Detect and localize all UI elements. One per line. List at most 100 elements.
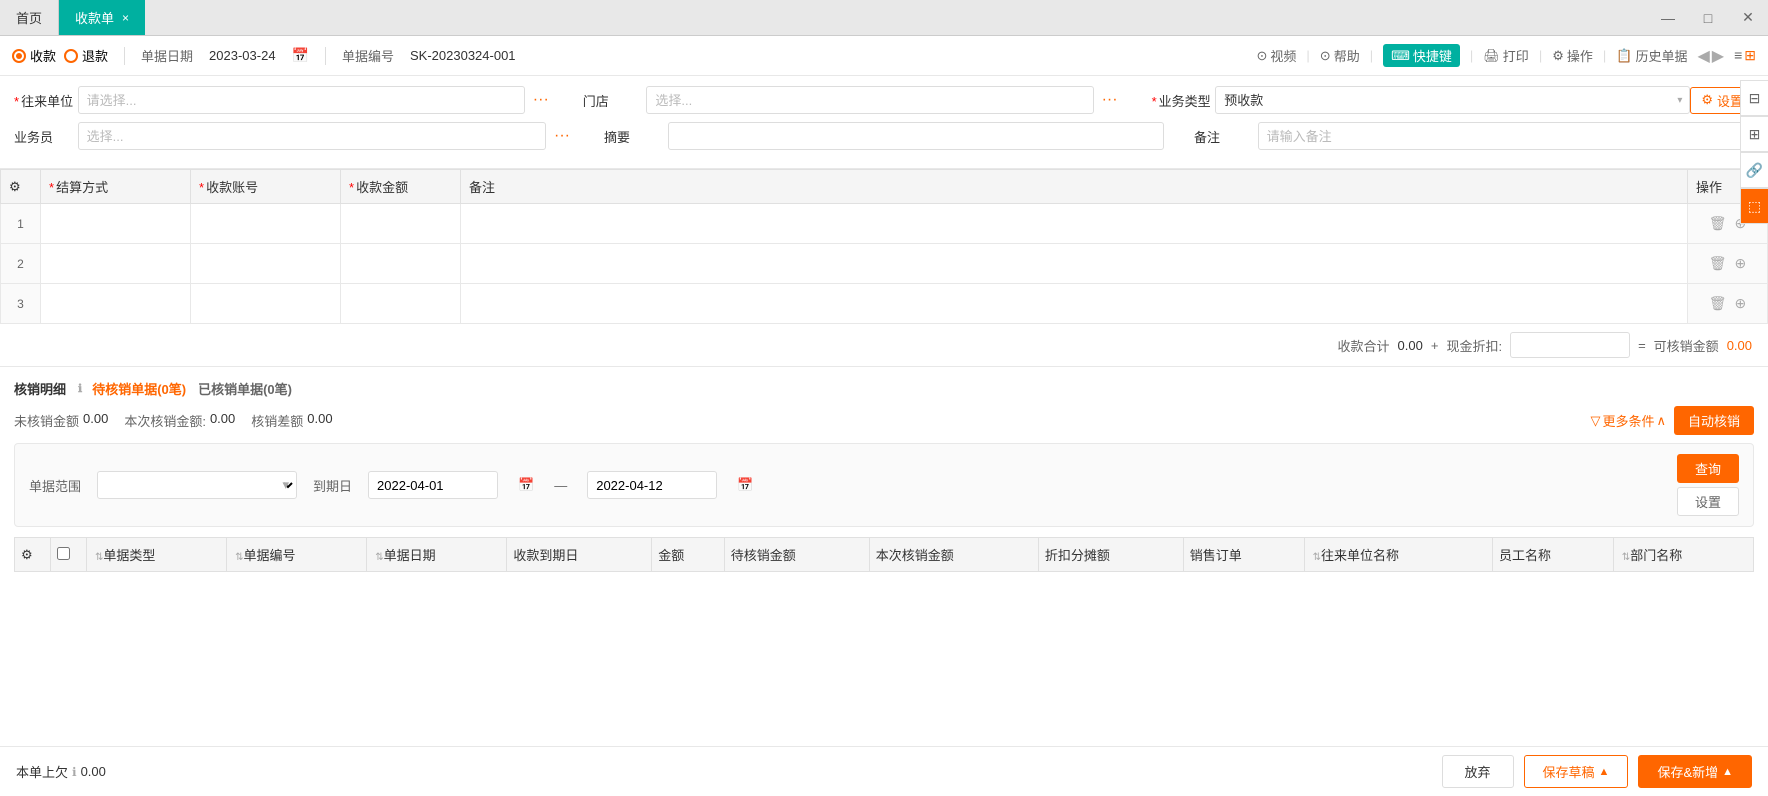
next-page-btn[interactable]: ▶ <box>1712 46 1724 66</box>
account-input-3[interactable] <box>191 284 340 323</box>
agent-input[interactable] <box>78 122 546 150</box>
table-settings-icon[interactable]: ⚙ <box>1 170 41 204</box>
filter-range-select[interactable] <box>97 471 297 499</box>
cell-account-2[interactable] <box>191 244 341 284</box>
verify-tabs: 待核销单据(0笔) 已核销单据(0笔) <box>92 379 292 398</box>
calendar-to-icon[interactable]: 📅 <box>737 477 753 493</box>
close-button[interactable]: ✕ <box>1728 0 1768 36</box>
cell-settlement-2[interactable] <box>41 244 191 284</box>
remark-input-3[interactable] <box>461 284 1687 323</box>
grid-layout-btn[interactable]: ⊞ <box>1744 47 1756 64</box>
summary-row: 收款合计 0.00 + 现金折扣: = 可核销金额 0.00 <box>0 324 1768 366</box>
query-button[interactable]: 查询 <box>1677 454 1739 483</box>
settlement-input-3[interactable] <box>41 284 190 323</box>
cell-settlement-1[interactable] <box>41 204 191 244</box>
store-input[interactable] <box>646 86 1093 114</box>
pending-tab[interactable]: 待核销单据(0笔) <box>92 379 186 398</box>
cell-amount-1[interactable] <box>341 204 461 244</box>
col-discount: 折扣分摊额 <box>1038 538 1183 572</box>
amount-input-3[interactable] <box>341 284 460 323</box>
print-btn[interactable]: 🖨 打印 <box>1483 46 1529 65</box>
footer-info-icon[interactable]: ℹ <box>72 765 77 779</box>
counterpart-input[interactable] <box>78 86 525 114</box>
footer-value: 0.00 <box>81 764 106 779</box>
summary-input[interactable] <box>668 122 1164 150</box>
account-input-1[interactable] <box>191 204 340 243</box>
col-doc-type: ⇅单据类型 <box>87 538 227 572</box>
radio-refund[interactable]: 退款 <box>64 46 108 65</box>
store-more-btn[interactable]: ··· <box>1098 91 1122 109</box>
delete-row-2-icon[interactable]: 🗑 <box>1709 255 1727 272</box>
remark-input-1[interactable] <box>461 204 1687 243</box>
tab-receipt[interactable]: 收款单 × <box>59 0 145 35</box>
unverified-item: 未核销金额 0.00 <box>14 411 108 430</box>
rp-table-icon[interactable]: ⊟ <box>1740 80 1768 116</box>
cell-account-1[interactable] <box>191 204 341 244</box>
cell-remark-2[interactable] <box>461 244 1688 284</box>
cell-settlement-3[interactable] <box>41 284 191 324</box>
note-field: 备注 <box>1194 122 1754 150</box>
copy-row-3-icon[interactable]: ⊕ <box>1735 295 1747 312</box>
save-draft-button[interactable]: 保存草稿 ▲ <box>1524 755 1629 788</box>
maximize-button[interactable]: □ <box>1688 0 1728 36</box>
account-input-2[interactable] <box>191 244 340 283</box>
auto-verify-button[interactable]: 自动核销 <box>1674 406 1754 435</box>
shortcut-btn[interactable]: ⌨ 快捷键 <box>1383 44 1460 67</box>
filter-due-label: 到期日 <box>313 476 352 495</box>
verify-info-icon[interactable]: ℹ <box>78 382 82 395</box>
settlement-input-1[interactable] <box>41 204 190 243</box>
filter-date-from[interactable] <box>368 471 498 499</box>
discard-button[interactable]: 放弃 <box>1442 755 1514 788</box>
filter-settings-button[interactable]: 设置 <box>1677 487 1739 516</box>
right-panel: ⊟ ⊞ 🔗 ⬚ <box>1740 80 1768 224</box>
cell-remark-3[interactable] <box>461 284 1688 324</box>
cell-account-3[interactable] <box>191 284 341 324</box>
done-tab[interactable]: 已核销单据(0笔) <box>198 379 292 398</box>
calendar-from-icon[interactable]: 📅 <box>518 477 534 493</box>
rp-expand-icon[interactable]: ⬚ <box>1740 188 1768 224</box>
col-employee-name: 员工名称 <box>1493 538 1614 572</box>
history-btn[interactable]: 📋 历史单据 <box>1616 46 1687 65</box>
col-dept-name: ⇅部门名称 <box>1613 538 1753 572</box>
cell-remark-1[interactable] <box>461 204 1688 244</box>
form-row-2: 业务员 ··· 摘要 备注 <box>14 122 1754 150</box>
operation-btn[interactable]: ⚙ 操作 <box>1552 46 1593 65</box>
rp-link-icon[interactable]: 🔗 <box>1740 152 1768 188</box>
col-account: *收款账号 <box>191 170 341 204</box>
remark-input-2[interactable] <box>461 244 1687 283</box>
filter-date-to[interactable] <box>587 471 717 499</box>
save-new-button[interactable]: 保存&新增 ▲ <box>1638 755 1752 788</box>
copy-row-2-icon[interactable]: ⊕ <box>1735 255 1747 272</box>
radio-receive[interactable]: 收款 <box>12 46 56 65</box>
cell-amount-2[interactable] <box>341 244 461 284</box>
help-btn[interactable]: ⊙ 帮助 <box>1320 46 1360 65</box>
toolbar-row: 收款 退款 单据日期 2023-03-24 📅 单据编号 SK-20230324… <box>0 36 1768 76</box>
amount-input-2[interactable] <box>341 244 460 283</box>
tab-home[interactable]: 首页 <box>0 0 59 35</box>
list-layout-btn[interactable]: ≡ <box>1734 47 1742 64</box>
agent-more-btn[interactable]: ··· <box>550 127 574 145</box>
video-btn[interactable]: ⊙ 视频 <box>1256 46 1296 65</box>
delete-row-1-icon[interactable]: 🗑 <box>1709 215 1727 232</box>
col-remark: 备注 <box>461 170 1688 204</box>
unverified-label: 未核销金额 <box>14 411 79 430</box>
bottom-table-settings-icon[interactable]: ⚙ <box>15 538 51 572</box>
cell-amount-3[interactable] <box>341 284 461 324</box>
prev-page-btn[interactable]: ◀ <box>1697 46 1709 66</box>
delete-row-3-icon[interactable]: 🗑 <box>1709 295 1727 312</box>
select-all-checkbox[interactable] <box>57 547 70 560</box>
business-type-select[interactable]: 预收款 <box>1215 86 1690 114</box>
save-new-arrow-icon: ▲ <box>1722 766 1733 778</box>
counterpart-more-btn[interactable]: ··· <box>529 91 553 109</box>
settlement-input-2[interactable] <box>41 244 190 283</box>
amount-input-1[interactable] <box>341 204 460 243</box>
calendar-icon[interactable]: 📅 <box>292 47 309 64</box>
more-conditions-btn[interactable]: ▽ 更多条件 ∧ <box>1590 411 1666 430</box>
minimize-button[interactable]: — <box>1648 0 1688 36</box>
note-input[interactable] <box>1258 122 1754 150</box>
tab-close-icon[interactable]: × <box>122 11 129 25</box>
col-doc-date: ⇅单据日期 <box>367 538 507 572</box>
discount-input[interactable] <box>1510 332 1630 358</box>
verification-title: 核销明细 ℹ 待核销单据(0笔) 已核销单据(0笔) <box>14 379 1754 398</box>
rp-print-icon[interactable]: ⊞ <box>1740 116 1768 152</box>
